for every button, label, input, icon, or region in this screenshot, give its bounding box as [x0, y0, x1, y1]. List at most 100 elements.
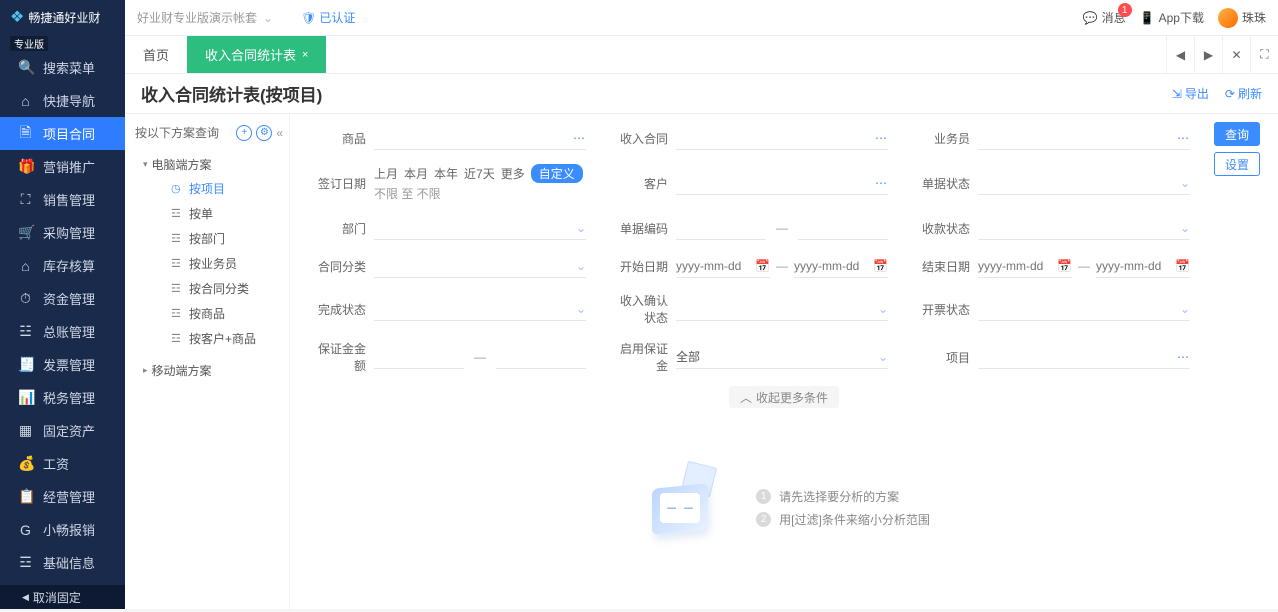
field-input[interactable]: ⋯: [676, 126, 888, 150]
tab-report[interactable]: 收入合同统计表×: [187, 36, 326, 73]
tab-prev[interactable]: ◀: [1166, 36, 1194, 74]
tab-fullscreen[interactable]: ⛶: [1250, 36, 1278, 74]
sidebar-item-6[interactable]: ⌂库存核算: [0, 249, 125, 282]
chevron-down-icon[interactable]: ⌄: [1180, 176, 1190, 190]
field-input[interactable]: ⌄: [374, 254, 586, 278]
field-input[interactable]: ⋯: [978, 345, 1190, 369]
tab-home[interactable]: 首页: [125, 36, 187, 73]
sidebar-item-15[interactable]: ☲基础信息: [0, 546, 125, 579]
chat-icon: 💬: [1083, 11, 1098, 25]
scheme-item-0-2[interactable]: ☲按部门: [143, 226, 289, 251]
chevron-down-icon[interactable]: ⌄: [1180, 302, 1190, 316]
field-input[interactable]: ⌄: [676, 297, 888, 321]
calendar-icon[interactable]: 📅: [1057, 259, 1072, 273]
range-to[interactable]: [798, 216, 888, 240]
user-menu[interactable]: 珠珠: [1218, 8, 1266, 28]
calendar-icon[interactable]: 📅: [755, 259, 770, 273]
add-scheme-button[interactable]: +: [236, 125, 252, 141]
sidebar-item-10[interactable]: 📊税务管理: [0, 381, 125, 414]
sidebar-item-5[interactable]: 🛒采购管理: [0, 216, 125, 249]
range-from[interactable]: [374, 345, 464, 369]
scheme-item-0-5[interactable]: ☲按商品: [143, 301, 289, 326]
refresh-button[interactable]: ⟳刷新: [1225, 85, 1262, 102]
scheme-settings-button[interactable]: ⚙: [256, 125, 272, 141]
field-input[interactable]: ⌄: [978, 297, 1190, 321]
period-custom[interactable]: 自定义: [531, 164, 583, 183]
period-option[interactable]: 本月: [404, 165, 428, 182]
period-option[interactable]: 上月: [374, 165, 398, 182]
account-select[interactable]: 好业财专业版演示帐套 ⌄: [137, 9, 273, 26]
field-input[interactable]: ⋯: [978, 126, 1190, 150]
lookup-icon[interactable]: ⋯: [875, 131, 888, 145]
scheme-item-0-0[interactable]: ◷按项目: [143, 176, 289, 201]
close-icon[interactable]: ×: [302, 49, 308, 61]
settings-button[interactable]: 设置: [1214, 152, 1260, 176]
lookup-icon[interactable]: ⋯: [573, 131, 586, 145]
app-download-button[interactable]: 📱App下载: [1140, 9, 1204, 26]
scheme-item-0-3[interactable]: ☲按业务员: [143, 251, 289, 276]
scheme-item-0-1[interactable]: ☲按单: [143, 201, 289, 226]
range-from[interactable]: [676, 216, 766, 240]
chevron-down-icon[interactable]: ⌄: [576, 259, 586, 273]
scheme-item-0-4[interactable]: ☲按合同分类: [143, 276, 289, 301]
sidebar-item-8[interactable]: ☳总账管理: [0, 315, 125, 348]
sidebar-icon: 🧾: [18, 356, 33, 373]
chevron-down-icon[interactable]: ⌄: [878, 302, 888, 316]
sidebar-item-0[interactable]: 🔍搜索菜单: [0, 51, 125, 84]
lookup-icon[interactable]: ⋯: [1177, 350, 1190, 364]
sidebar-item-4[interactable]: ⛶销售管理: [0, 183, 125, 216]
sidebar-item-3[interactable]: 🎁营销推广: [0, 150, 125, 183]
chevron-down-icon[interactable]: ⌄: [878, 350, 888, 364]
field-收入合同: 收入合同⋯: [610, 126, 888, 150]
sidebar-item-9[interactable]: 🧾发票管理: [0, 348, 125, 381]
sidebar-item-2[interactable]: 🗎项目合同: [0, 117, 125, 150]
date-input[interactable]: 📅: [794, 254, 888, 278]
field-input[interactable]: 全部⌄: [676, 345, 888, 369]
sidebar-item-13[interactable]: 📋经营管理: [0, 480, 125, 513]
chevron-down-icon[interactable]: ⌄: [576, 221, 586, 235]
verify-badge: 🛡已认证: [301, 9, 355, 26]
collapse-conditions[interactable]: ︿收起更多条件: [729, 386, 839, 408]
period-option[interactable]: 更多: [501, 165, 525, 182]
field-input[interactable]: ⌄: [978, 171, 1190, 195]
field-商品: 商品⋯: [308, 126, 586, 150]
scheme-group-1[interactable]: 移动端方案: [143, 359, 289, 382]
lookup-icon[interactable]: ⋯: [1177, 131, 1190, 145]
tab-close-all[interactable]: ✕: [1222, 36, 1250, 74]
chevron-down-icon[interactable]: ⌄: [576, 302, 586, 316]
field-项目: 项目⋯: [912, 340, 1190, 374]
chevron-down-icon[interactable]: ⌄: [1180, 221, 1190, 235]
range-to[interactable]: [496, 345, 586, 369]
date-input[interactable]: 📅: [978, 254, 1072, 278]
scheme-item-label: 按商品: [189, 305, 225, 322]
sidebar-item-label: 基础信息: [43, 553, 95, 572]
export-button[interactable]: ⇲导出: [1172, 85, 1209, 102]
scheme-group-0[interactable]: 电脑端方案: [143, 153, 289, 176]
period-option[interactable]: 本年: [434, 165, 458, 182]
field-input[interactable]: ⌄: [374, 216, 586, 240]
panel-collapse-button[interactable]: «: [276, 126, 283, 140]
sidebar-icon: ⏱: [18, 290, 33, 307]
sidebar-icon: 🎁: [18, 158, 33, 175]
scheme-item-0-6[interactable]: ☲按客户+商品: [143, 326, 289, 351]
sidebar-item-7[interactable]: ⏱资金管理: [0, 282, 125, 315]
field-input[interactable]: ⋯: [374, 126, 586, 150]
sidebar-item-11[interactable]: ▦固定资产: [0, 414, 125, 447]
messages-button[interactable]: 💬消息: [1083, 9, 1126, 26]
calendar-icon[interactable]: 📅: [873, 259, 888, 273]
period-option[interactable]: 近7天: [464, 165, 495, 182]
calendar-icon[interactable]: 📅: [1175, 259, 1190, 273]
date-input[interactable]: 📅: [1096, 254, 1190, 278]
field-input[interactable]: ⌄: [374, 297, 586, 321]
pin-toggle[interactable]: 取消固定: [0, 585, 125, 609]
lookup-icon[interactable]: ⋯: [875, 176, 888, 190]
sidebar-item-1[interactable]: ⌂快捷导航: [0, 84, 125, 117]
sidebar-item-12[interactable]: 💰工资: [0, 447, 125, 480]
empty-step-2: 用[过滤]条件来缩小分析范围: [779, 511, 930, 528]
tab-next[interactable]: ▶: [1194, 36, 1222, 74]
field-input[interactable]: ⌄: [978, 216, 1190, 240]
query-button[interactable]: 查询: [1214, 122, 1260, 146]
sidebar-item-14[interactable]: G小畅报销: [0, 513, 125, 546]
date-input[interactable]: 📅: [676, 254, 770, 278]
field-input[interactable]: ⋯: [676, 171, 888, 195]
